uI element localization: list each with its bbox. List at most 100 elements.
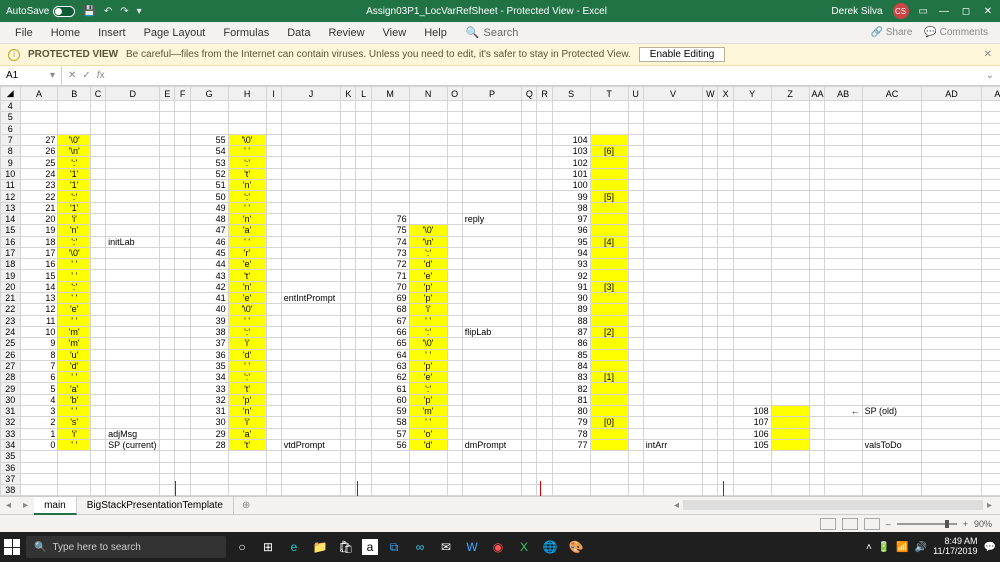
cell[interactable] — [703, 383, 718, 394]
cell[interactable] — [160, 349, 175, 360]
cell[interactable] — [824, 417, 862, 428]
cell[interactable] — [356, 281, 371, 292]
cell[interactable] — [281, 168, 341, 179]
col-header[interactable]: AB — [824, 87, 862, 101]
cell[interactable] — [160, 406, 175, 417]
cell[interactable]: 'p' — [409, 293, 447, 304]
cell[interactable] — [266, 372, 281, 383]
cell[interactable]: 50 — [190, 191, 228, 202]
cell[interactable]: 'a' — [228, 225, 266, 236]
cell[interactable] — [447, 473, 462, 484]
row-header[interactable]: 28 — [1, 372, 21, 383]
cell[interactable] — [628, 112, 643, 123]
cell[interactable] — [981, 270, 1000, 281]
cell[interactable] — [356, 134, 371, 145]
cell[interactable]: 64 — [371, 349, 409, 360]
cell[interactable] — [981, 372, 1000, 383]
cell[interactable]: 'r' — [228, 247, 266, 258]
cell[interactable] — [537, 157, 552, 168]
cell[interactable] — [462, 360, 522, 371]
cell[interactable] — [733, 270, 771, 281]
cell[interactable] — [462, 338, 522, 349]
cell[interactable]: ':' — [58, 236, 91, 247]
cell[interactable] — [703, 202, 718, 213]
cell[interactable] — [90, 225, 105, 236]
cell[interactable] — [281, 101, 341, 112]
col-header[interactable]: F — [175, 87, 190, 101]
cell[interactable] — [922, 247, 982, 258]
cell[interactable] — [643, 213, 703, 224]
cell[interactable] — [824, 213, 862, 224]
cell[interactable] — [643, 406, 703, 417]
cell[interactable]: '\n' — [58, 146, 91, 157]
cell[interactable] — [447, 236, 462, 247]
cell[interactable] — [643, 462, 703, 473]
cell[interactable] — [552, 101, 590, 112]
cell[interactable] — [718, 270, 733, 281]
cell[interactable] — [703, 338, 718, 349]
cell[interactable] — [371, 134, 409, 145]
cell[interactable] — [281, 180, 341, 191]
cell[interactable] — [281, 134, 341, 145]
cell[interactable] — [160, 191, 175, 202]
cell[interactable] — [341, 315, 356, 326]
cell[interactable] — [160, 134, 175, 145]
cell[interactable] — [190, 462, 228, 473]
cell[interactable] — [281, 146, 341, 157]
cell[interactable]: 'd' — [409, 259, 447, 270]
cell[interactable] — [341, 360, 356, 371]
cell[interactable] — [703, 451, 718, 462]
cell[interactable]: 91 — [552, 281, 590, 292]
cell[interactable] — [590, 270, 628, 281]
task-view-icon[interactable]: ⊞ — [258, 537, 278, 557]
cell[interactable] — [356, 202, 371, 213]
cell[interactable] — [643, 417, 703, 428]
cell[interactable] — [824, 485, 862, 496]
cell[interactable] — [733, 259, 771, 270]
cell[interactable]: 32 — [190, 394, 228, 405]
cell[interactable] — [922, 112, 982, 123]
cell[interactable] — [771, 101, 809, 112]
ribbon-tab-help[interactable]: Help — [415, 22, 456, 44]
cell[interactable] — [281, 360, 341, 371]
ribbon-tab-insert[interactable]: Insert — [89, 22, 135, 44]
cell[interactable] — [522, 473, 537, 484]
cell[interactable] — [862, 372, 922, 383]
cell[interactable] — [356, 473, 371, 484]
cell[interactable] — [90, 281, 105, 292]
cell[interactable] — [862, 202, 922, 213]
cell[interactable] — [733, 451, 771, 462]
cell[interactable] — [356, 225, 371, 236]
cell[interactable]: 85 — [552, 349, 590, 360]
cell[interactable]: 'd' — [58, 360, 91, 371]
cell[interactable] — [341, 101, 356, 112]
cell[interactable] — [809, 485, 824, 496]
cell[interactable] — [281, 372, 341, 383]
col-header[interactable]: AE — [981, 87, 1000, 101]
cell[interactable] — [590, 406, 628, 417]
cell[interactable] — [266, 349, 281, 360]
cell[interactable]: 3 — [20, 406, 58, 417]
cell[interactable] — [266, 168, 281, 179]
cell[interactable]: 'm' — [58, 338, 91, 349]
row-header[interactable]: 9 — [1, 157, 21, 168]
cell[interactable] — [703, 225, 718, 236]
cell[interactable] — [371, 485, 409, 496]
cell[interactable] — [409, 202, 447, 213]
cell[interactable] — [90, 293, 105, 304]
cell[interactable] — [266, 191, 281, 202]
cell[interactable] — [522, 134, 537, 145]
cell[interactable] — [160, 462, 175, 473]
cell[interactable] — [733, 202, 771, 213]
cell[interactable] — [522, 293, 537, 304]
cell[interactable] — [809, 293, 824, 304]
cell[interactable]: 'n' — [228, 213, 266, 224]
cell[interactable]: 87 — [552, 326, 590, 337]
cell[interactable] — [590, 134, 628, 145]
autosave-toggle[interactable] — [53, 6, 75, 17]
row-header[interactable]: 7 — [1, 134, 21, 145]
cell[interactable] — [537, 202, 552, 213]
cell[interactable] — [862, 304, 922, 315]
cell[interactable] — [175, 349, 190, 360]
cell[interactable] — [703, 123, 718, 134]
